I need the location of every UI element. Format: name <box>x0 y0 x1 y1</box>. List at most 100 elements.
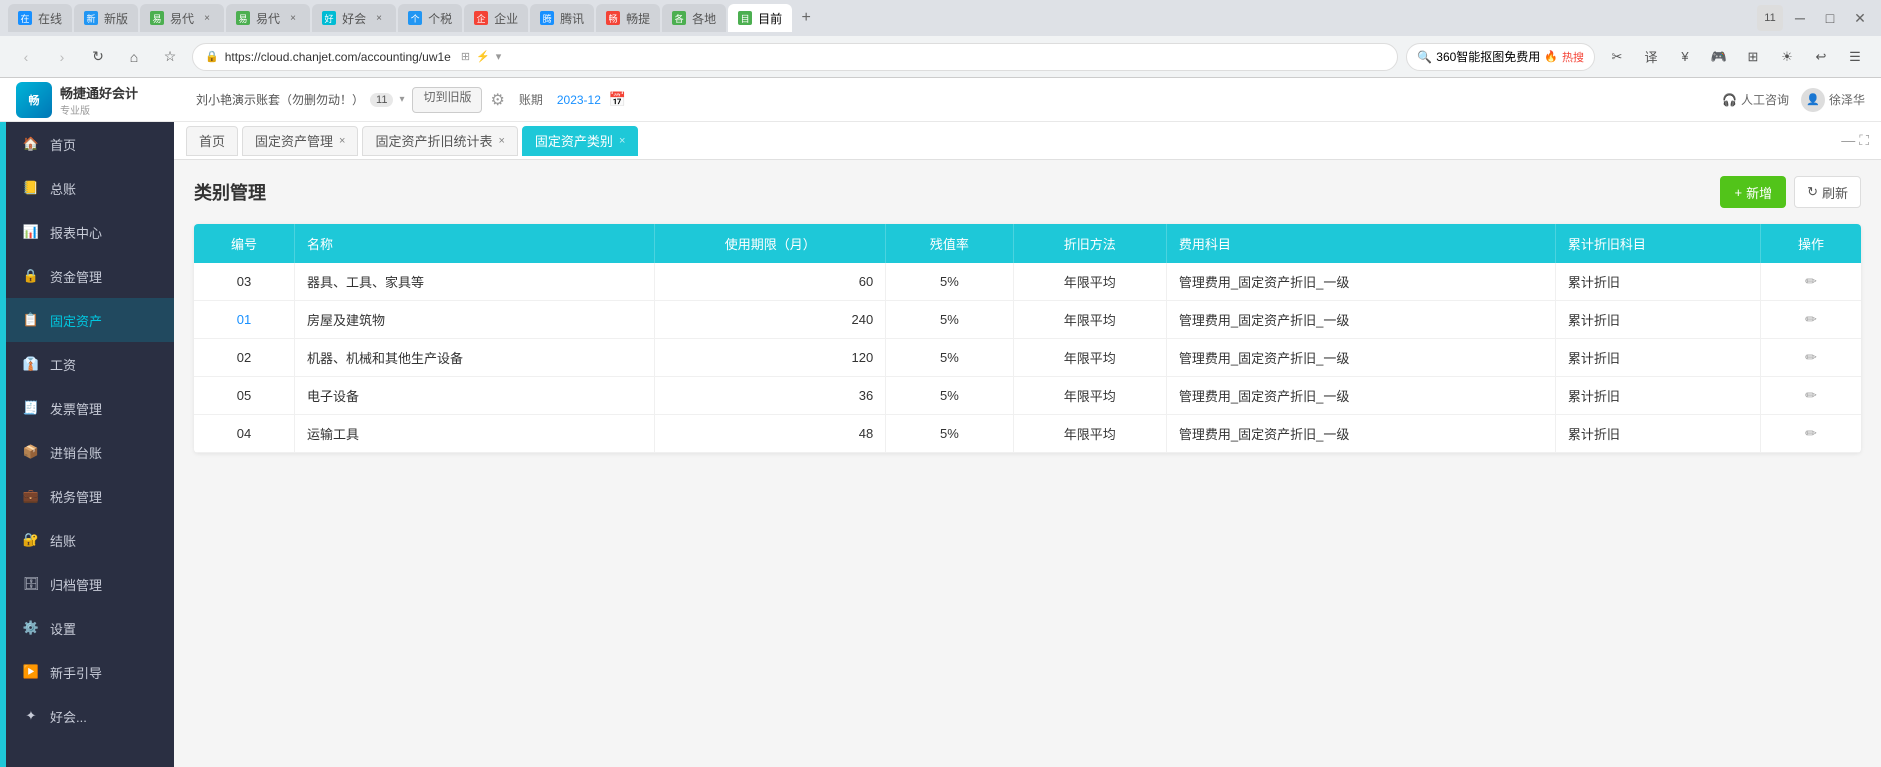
cell-expense-2: 管理费用_固定资产折旧_一级 <box>1166 301 1555 339</box>
sidebar-label-report: 报表中心 <box>50 223 158 242</box>
content-tab-fixed-dep[interactable]: 固定资产折旧统计表 × <box>362 126 517 156</box>
browser-tab-7[interactable]: 企 企业 <box>464 4 528 32</box>
bookmark-button[interactable]: ☆ <box>156 43 184 71</box>
browser-tab-10[interactable]: 各 各地 <box>662 4 726 32</box>
calendar-icon[interactable]: 📅 <box>609 91 626 108</box>
sidebar-item-report[interactable]: 📊 报表中心 <box>6 210 174 254</box>
back-button[interactable]: ‹ <box>12 43 40 71</box>
tab-label-9: 畅提 <box>626 10 650 27</box>
salary-icon: 👔 <box>22 355 40 373</box>
content-tab-home[interactable]: 首页 <box>186 126 238 156</box>
game-icon[interactable]: 🎮 <box>1705 43 1733 71</box>
grid-icon[interactable]: ⊞ <box>1739 43 1767 71</box>
close-button[interactable]: ✕ <box>1847 5 1873 31</box>
sidebar-item-more[interactable]: ✦ 好会... <box>6 694 174 738</box>
browser-tab-1[interactable]: 在 在线 <box>8 4 72 32</box>
cell-residual-5: 5% <box>886 415 1013 453</box>
content-tab-fixed-dep-close[interactable]: × <box>498 135 504 147</box>
browser-tab-5[interactable]: 好 好会 × <box>312 4 396 32</box>
content-tab-fixed-mgmt-close[interactable]: × <box>339 135 345 147</box>
sidebar-item-invoice[interactable]: 🧾 发票管理 <box>6 386 174 430</box>
sidebar-label-guide: 新手引导 <box>50 663 158 682</box>
tab-close-5[interactable]: × <box>372 11 386 25</box>
content-tab-fixed-cat[interactable]: 固定资产类别 × <box>522 126 638 156</box>
tab-close-4[interactable]: × <box>286 11 300 25</box>
sidebar-item-salary[interactable]: 👔 工资 <box>6 342 174 386</box>
maximize-button[interactable]: □ <box>1817 5 1843 31</box>
home-nav-button[interactable]: ⌂ <box>120 43 148 71</box>
browser-tab-6[interactable]: 个 个税 <box>398 4 462 32</box>
edit-button-5[interactable]: ✏ <box>1805 425 1817 441</box>
add-category-button[interactable]: + 新增 <box>1720 176 1786 208</box>
cut-icon[interactable]: ✂ <box>1603 43 1631 71</box>
edit-button-2[interactable]: ✏ <box>1805 311 1817 327</box>
tab-label-5: 好会 <box>342 10 366 27</box>
sidebar-label-tax: 税务管理 <box>50 487 158 506</box>
browser-tab-8[interactable]: 腾 腾讯 <box>530 4 594 32</box>
edit-button-4[interactable]: ✏ <box>1805 387 1817 403</box>
avatar-icon: 👤 <box>1801 88 1825 112</box>
sidebar-item-fund[interactable]: 🔒 资金管理 <box>6 254 174 298</box>
consult-button[interactable]: 🎧 人工咨询 <box>1722 91 1789 108</box>
edit-button-1[interactable]: ✏ <box>1805 273 1817 289</box>
browser-tab-9[interactable]: 畅 畅提 <box>596 4 660 32</box>
translate-icon[interactable]: 译 <box>1637 43 1665 71</box>
brightness-icon[interactable]: ☀ <box>1773 43 1801 71</box>
sidebar-item-fixed[interactable]: 📋 固定资产 <box>6 298 174 342</box>
cell-code-3: 02 <box>194 339 295 377</box>
edit-button-3[interactable]: ✏ <box>1805 349 1817 365</box>
col-expense: 费用科目 <box>1166 224 1555 263</box>
url-bar[interactable]: 🔒 https://cloud.chanjet.com/accounting/u… <box>192 43 1398 71</box>
content-tab-fixed-cat-close[interactable]: × <box>619 135 625 147</box>
coupon-icon[interactable]: ¥ <box>1671 43 1699 71</box>
tab-count-badge[interactable]: 11 <box>1757 5 1783 31</box>
refresh-button[interactable]: ↻ <box>84 43 112 71</box>
content-tab-fixed-mgmt[interactable]: 固定资产管理 × <box>242 126 358 156</box>
browser-tab-2[interactable]: 新 新版 <box>74 4 138 32</box>
forward-button[interactable]: › <box>48 43 76 71</box>
page-title: 类别管理 <box>194 179 266 205</box>
sidebar-item-stock[interactable]: 📦 进销台账 <box>6 430 174 474</box>
sidebar-label-ledger: 总账 <box>50 179 158 198</box>
sidebar: 🏠 首页 📒 总账 📊 报表中心 🔒 资金管理 📋 固定资产 👔 工资 <box>6 122 174 767</box>
invoice-icon: 🧾 <box>22 399 40 417</box>
sidebar-item-ledger[interactable]: 📒 总账 <box>6 166 174 210</box>
refresh-button[interactable]: ↻ 刷新 <box>1794 176 1861 208</box>
sidebar-item-close[interactable]: 🔐 结账 <box>6 518 174 562</box>
gear-icon[interactable]: ⚙ <box>490 90 504 110</box>
cell-name-3: 机器、机械和其他生产设备 <box>295 339 655 377</box>
switch-version-button[interactable]: 切到旧版 <box>412 87 482 113</box>
sidebar-label-home: 首页 <box>50 135 158 154</box>
app-header: 畅 畅捷通好会计 专业版 刘小艳演示账套（勿删勿动！） 11 ▾ 切到旧版 ⚙ … <box>0 78 1881 122</box>
content-maximize-icon[interactable]: ⛶ <box>1859 132 1869 149</box>
browser-tab-3[interactable]: 易 易代 × <box>140 4 224 32</box>
user-avatar[interactable]: 👤 徐泽华 <box>1801 88 1865 112</box>
browser-tab-4[interactable]: 易 易代 × <box>226 4 310 32</box>
more-icon: ✦ <box>22 707 40 725</box>
sidebar-item-archive[interactable]: 🗄 归档管理 <box>6 562 174 606</box>
undo-icon[interactable]: ↩ <box>1807 43 1835 71</box>
col-method: 折旧方法 <box>1013 224 1166 263</box>
table-body: 03 器具、工具、家具等 60 5% 年限平均 管理费用_固定资产折旧_一级 累… <box>194 263 1861 453</box>
tab-label-4: 易代 <box>256 10 280 27</box>
sidebar-item-home[interactable]: 🏠 首页 <box>6 122 174 166</box>
tab-favicon-6: 个 <box>408 11 422 25</box>
tab-close-3[interactable]: × <box>200 11 214 25</box>
sidebar-label-archive: 归档管理 <box>50 575 158 594</box>
cell-method-5: 年限平均 <box>1013 415 1166 453</box>
user-info[interactable]: 刘小艳演示账套（勿删勿动！） 11 ▾ <box>196 91 404 108</box>
menu-icon[interactable]: ☰ <box>1841 43 1869 71</box>
new-tab-button[interactable]: + <box>794 6 818 30</box>
minimize-button[interactable]: ─ <box>1787 5 1813 31</box>
content-minimize-icon[interactable]: — <box>1841 132 1855 149</box>
url-dropdown-icon[interactable]: ▾ <box>496 50 502 63</box>
sidebar-label-stock: 进销台账 <box>50 443 158 462</box>
browser-toolbar: ✂ 译 ¥ 🎮 ⊞ ☀ ↩ ☰ <box>1603 43 1869 71</box>
sidebar-item-tax[interactable]: 💼 税务管理 <box>6 474 174 518</box>
browser-tab-11[interactable]: 目 目前 <box>728 4 792 32</box>
cell-residual-3: 5% <box>886 339 1013 377</box>
sidebar-item-settings[interactable]: ⚙️ 设置 <box>6 606 174 650</box>
cell-residual-1: 5% <box>886 263 1013 301</box>
search-bar[interactable]: 🔍 360智能抠图免费用 🔥 热搜 <box>1406 43 1595 71</box>
sidebar-item-guide[interactable]: ▶️ 新手引导 <box>6 650 174 694</box>
